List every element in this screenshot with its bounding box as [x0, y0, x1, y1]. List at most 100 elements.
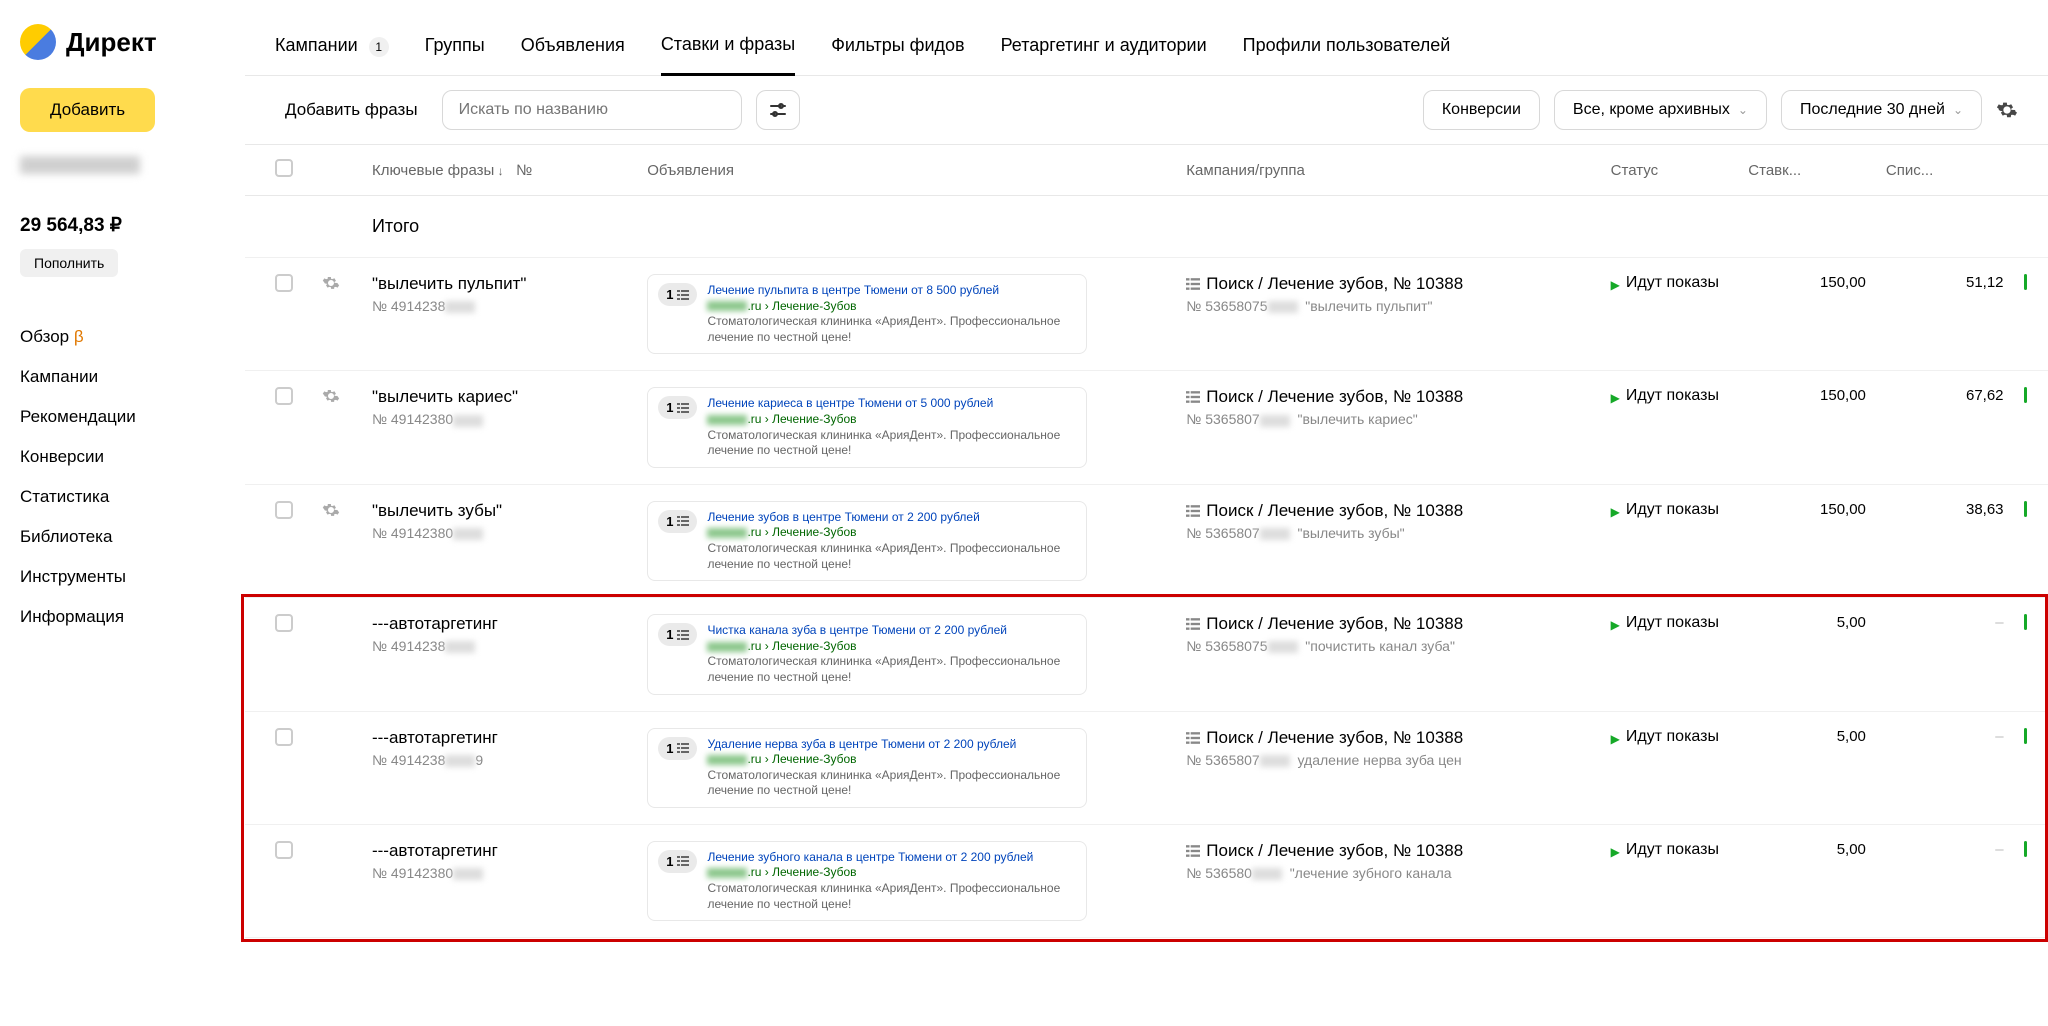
settings-icon[interactable] — [1996, 99, 2018, 121]
campaign-link[interactable]: Поиск / Лечение зубов, № 10388 — [1186, 387, 1590, 407]
nav-library[interactable]: Библиотека — [20, 517, 225, 557]
sliders-icon — [769, 101, 787, 119]
phrase-text[interactable]: "вылечить зубы" — [372, 501, 627, 521]
add-phrases-button[interactable]: Добавить фразы — [275, 90, 428, 130]
tabs-bar: Кампании 1 Группы Объявления Ставки и фр… — [245, 0, 2048, 76]
ad-title: Лечение кариеса в центре Тюмени от 5 000… — [707, 396, 1076, 412]
tab-campaigns[interactable]: Кампании 1 — [275, 21, 389, 75]
ad-description: Стоматологическая клининка «АрияДент». П… — [707, 768, 1076, 799]
gear-icon[interactable] — [322, 274, 352, 292]
play-icon: ▶ — [1611, 505, 1620, 519]
list-icon — [1186, 732, 1200, 744]
campaign-link[interactable]: Поиск / Лечение зубов, № 10388 — [1186, 274, 1590, 294]
col-campaign[interactable]: Кампания/группа — [1176, 144, 1600, 196]
period-dropdown[interactable]: Последние 30 дней ⌄ — [1781, 90, 1982, 130]
ad-url: .ru › Лечение-Зубов — [707, 639, 1076, 655]
balance: 29 564,83 ₽ — [20, 214, 225, 237]
phrase-text[interactable]: "вылечить кариес" — [372, 387, 627, 407]
col-stavka[interactable]: Ставк... — [1738, 144, 1876, 196]
campaign-group-id: № 53658075 "вылечить пульпит" — [1186, 298, 1590, 314]
ad-description: Стоматологическая клининка «АрияДент». П… — [707, 428, 1076, 459]
campaign-link[interactable]: Поиск / Лечение зубов, № 10388 — [1186, 728, 1590, 748]
archive-filter-dropdown[interactable]: Все, кроме архивных ⌄ — [1554, 90, 1767, 130]
tab-feed-filters[interactable]: Фильтры фидов — [831, 21, 964, 74]
tab-retargeting[interactable]: Ретаргетинг и аудитории — [1001, 21, 1207, 74]
status: ▶ Идут показы — [1611, 387, 1729, 405]
ad-count-badge: 1 — [658, 396, 697, 419]
tab-groups[interactable]: Группы — [425, 21, 485, 74]
nav-recommendations[interactable]: Рекомендации — [20, 397, 225, 437]
ad-title: Удаление нерва зуба в центре Тюмени от 2… — [707, 737, 1076, 753]
campaign-group-id: № 5365807 "вылечить кариес" — [1186, 411, 1590, 427]
logo-icon — [20, 24, 56, 60]
topup-button[interactable]: Пополнить — [20, 249, 118, 277]
ad-preview[interactable]: 1 Чистка канала зуба в центре Тюмени от … — [647, 614, 1087, 694]
search-input[interactable] — [442, 90, 742, 130]
ad-preview[interactable]: 1 Удаление нерва зуба в центре Тюмени от… — [647, 728, 1087, 808]
row-checkbox[interactable] — [275, 387, 293, 405]
chevron-down-icon: ⌄ — [1738, 103, 1748, 117]
ad-url: .ru › Лечение-Зубов — [707, 299, 1076, 315]
account-name-blurred — [20, 156, 140, 174]
list-icon — [1186, 618, 1200, 630]
play-icon: ▶ — [1611, 391, 1620, 405]
tab-profiles[interactable]: Профили пользователей — [1243, 21, 1451, 74]
ad-count-badge: 1 — [658, 283, 697, 306]
toolbar: Добавить фразы Конверсии Все, кроме архи… — [245, 76, 2048, 144]
add-button[interactable]: Добавить — [20, 88, 155, 132]
nav-campaigns[interactable]: Кампании — [20, 357, 225, 397]
row-checkbox[interactable] — [275, 501, 293, 519]
campaign-link[interactable]: Поиск / Лечение зубов, № 10388 — [1186, 614, 1590, 634]
status: ▶ Идут показы — [1611, 841, 1729, 859]
campaign-link[interactable]: Поиск / Лечение зубов, № 10388 — [1186, 841, 1590, 861]
row-checkbox[interactable] — [275, 841, 293, 859]
status-bar-icon — [2024, 614, 2027, 630]
col-ads[interactable]: Объявления — [637, 144, 1176, 196]
col-spis[interactable]: Спис... — [1876, 144, 2014, 196]
ad-preview[interactable]: 1 Лечение зубного канала в центре Тюмени… — [647, 841, 1087, 921]
phrase-text[interactable]: "вылечить пульпит" — [372, 274, 627, 294]
totals-label: Итого — [362, 196, 637, 258]
col-id[interactable]: № — [516, 162, 532, 179]
status-bar-icon — [2024, 274, 2027, 290]
logo[interactable]: Директ — [20, 24, 225, 60]
status-bar-icon — [2024, 728, 2027, 744]
bid-value: 150,00 — [1738, 371, 1876, 484]
ad-count-badge: 1 — [658, 737, 697, 760]
row-checkbox[interactable] — [275, 728, 293, 746]
conversions-button[interactable]: Конверсии — [1423, 90, 1540, 130]
list-icon — [1186, 845, 1200, 857]
phrase-id: № 49142380 — [372, 865, 627, 881]
row-checkbox[interactable] — [275, 614, 293, 632]
gear-icon[interactable] — [322, 501, 352, 519]
phrase-text[interactable]: ---автотаргетинг — [372, 728, 627, 748]
col-status[interactable]: Статус — [1601, 144, 1739, 196]
ad-preview[interactable]: 1 Лечение зубов в центре Тюмени от 2 200… — [647, 501, 1087, 581]
select-all-checkbox[interactable] — [275, 159, 293, 177]
nav-info[interactable]: Информация — [20, 597, 225, 637]
row-checkbox[interactable] — [275, 274, 293, 292]
ad-preview[interactable]: 1 Лечение кариеса в центре Тюмени от 5 0… — [647, 387, 1087, 467]
sidebar-nav: Обзор Кампании Рекомендации Конверсии Ст… — [20, 317, 225, 637]
nav-tools[interactable]: Инструменты — [20, 557, 225, 597]
nav-conversions[interactable]: Конверсии — [20, 437, 225, 477]
phrase-text[interactable]: ---автотаргетинг — [372, 614, 627, 634]
campaign-link[interactable]: Поиск / Лечение зубов, № 10388 — [1186, 501, 1590, 521]
status: ▶ Идут показы — [1611, 728, 1729, 746]
ad-preview[interactable]: 1 Лечение пульпита в центре Тюмени от 8 … — [647, 274, 1087, 354]
tab-bids-phrases[interactable]: Ставки и фразы — [661, 20, 795, 76]
col-phrases[interactable]: Ключевые фразы — [372, 162, 504, 179]
table-row: ---автотаргетинг № 49142389 1 Удаление н… — [245, 712, 2048, 825]
table-row: ---автотаргетинг № 49142380 1 Лечение зу… — [245, 825, 2048, 938]
phrase-id: № 4914238 — [372, 638, 627, 654]
nav-overview[interactable]: Обзор — [20, 317, 225, 357]
ad-url: .ru › Лечение-Зубов — [707, 412, 1076, 428]
tab-ads[interactable]: Объявления — [521, 21, 625, 74]
ad-url: .ru › Лечение-Зубов — [707, 525, 1076, 541]
phrase-id: № 49142380 — [372, 411, 627, 427]
phrase-text[interactable]: ---автотаргетинг — [372, 841, 627, 861]
nav-statistics[interactable]: Статистика — [20, 477, 225, 517]
dropdown-label: Последние 30 дней — [1800, 101, 1945, 119]
filter-icon-button[interactable] — [756, 90, 800, 130]
gear-icon[interactable] — [322, 387, 352, 405]
